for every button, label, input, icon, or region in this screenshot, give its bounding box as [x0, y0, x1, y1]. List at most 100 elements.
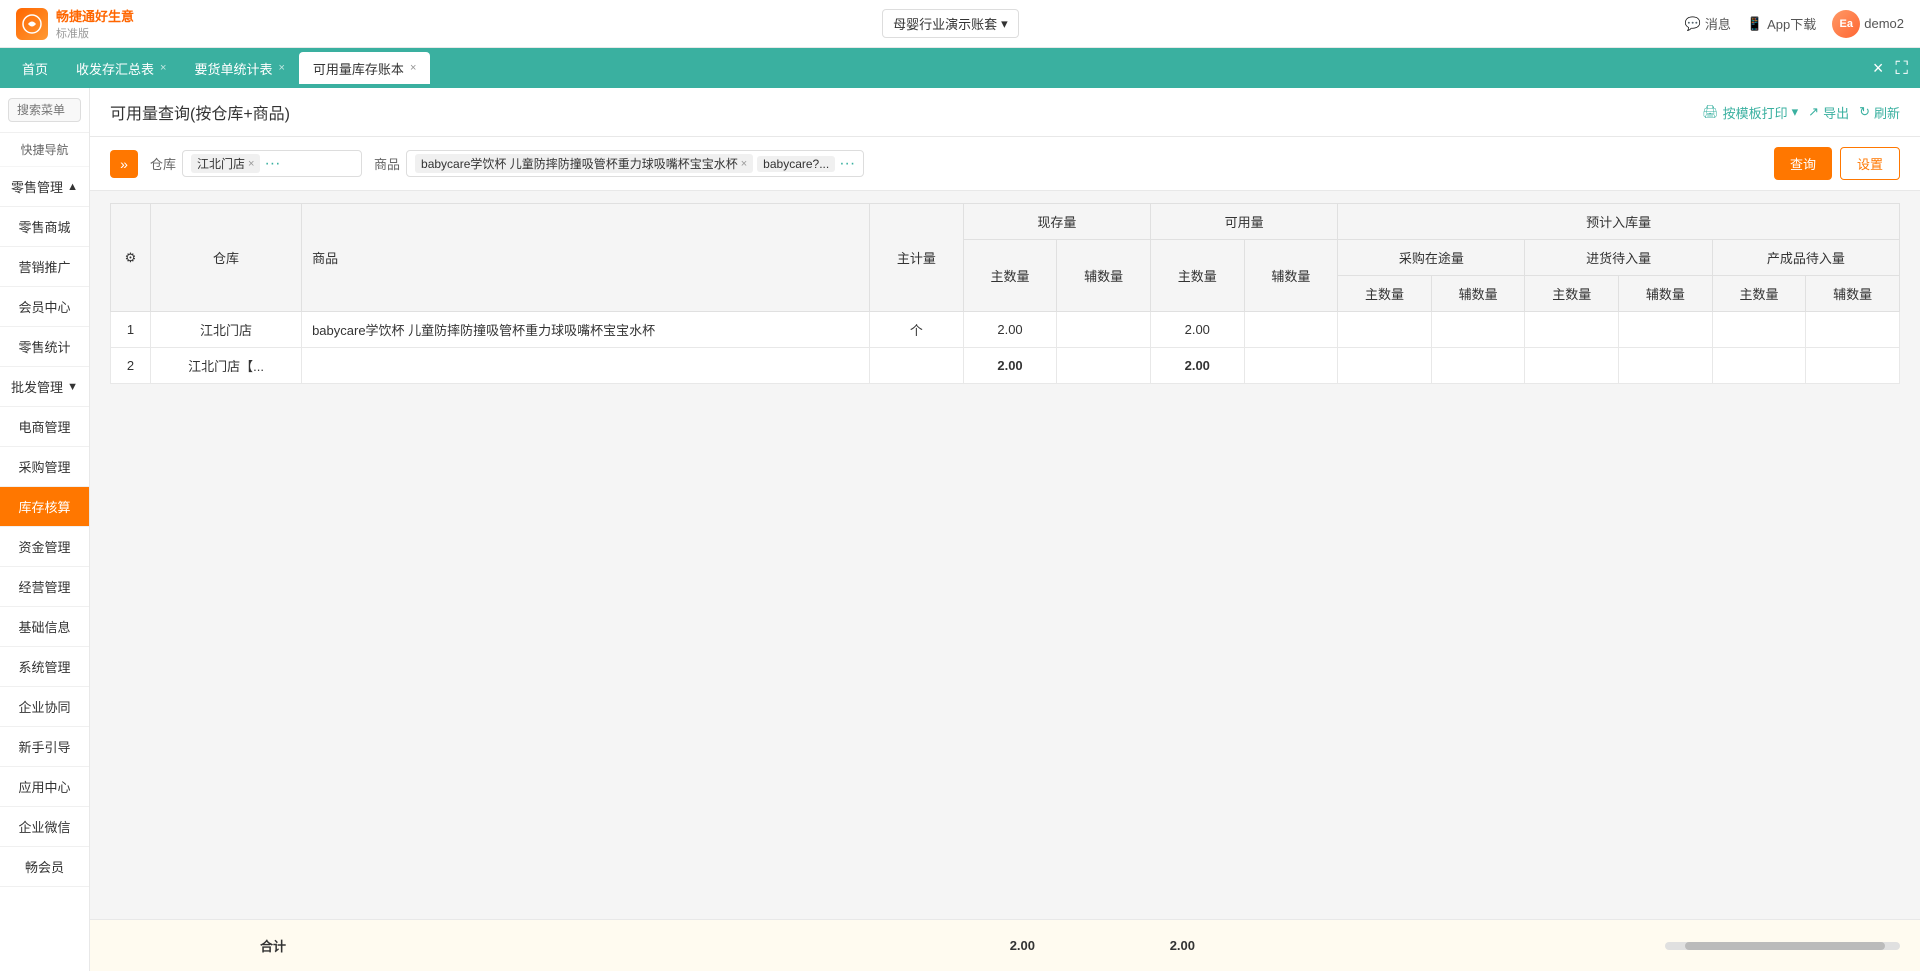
th-incoming-main: 主数量: [1525, 276, 1619, 312]
warehouse-tag-close[interactable]: ×: [248, 158, 254, 170]
th-forecast-group: 预计入库量: [1338, 204, 1900, 240]
product-tag-1-text: babycare学饮杯 儿童防摔防撞吸管杯重力球吸嘴杯宝宝水杯: [421, 155, 738, 172]
summary-label: 合计: [250, 928, 922, 963]
query-button[interactable]: 查询: [1774, 147, 1832, 180]
th-stock-group: 现存量: [963, 204, 1150, 240]
sidebar-item-finance[interactable]: 资金管理: [0, 527, 89, 567]
expand-tabs-btn[interactable]: ⛶: [1891, 58, 1912, 79]
summary-row: 合计 2.00 2.00: [110, 928, 1515, 963]
th-purchase-transit-group: 采购在途量: [1338, 240, 1525, 276]
industry-selector[interactable]: 母婴行业演示账套 ▾: [882, 9, 1019, 38]
search-input[interactable]: [8, 98, 81, 122]
sidebar-item-new-guide[interactable]: 新手引导: [0, 727, 89, 767]
sidebar-item-ecommerce-mgmt[interactable]: 电商管理: [0, 407, 89, 447]
scrollbar-thumb[interactable]: [1685, 942, 1885, 950]
cell-prod-aux-2: [1806, 348, 1900, 384]
tab-order-stats-close[interactable]: ×: [278, 62, 284, 74]
th-settings[interactable]: ⚙: [111, 204, 151, 312]
sidebar-item-inventory[interactable]: 库存核算: [0, 487, 89, 527]
sidebar-item-retail-mgmt-label: 零售管理: [11, 177, 63, 196]
page-title: 可用量查询(按仓库+商品): [110, 100, 290, 124]
th-purchase-transit-aux: 辅数量: [1431, 276, 1525, 312]
sidebar-item-member-center[interactable]: 会员中心: [0, 287, 89, 327]
sidebar-item-enterprise-collab[interactable]: 企业协同: [0, 687, 89, 727]
summary-empty-2: [150, 928, 250, 963]
cell-in-main-1: [1525, 312, 1619, 348]
filter-actions: 查询 设置: [1774, 147, 1900, 180]
tab-inventory-summary[interactable]: 收发存汇总表 ×: [62, 52, 180, 84]
summary-stock-main: 2.00: [982, 928, 1062, 963]
message-btn[interactable]: 💬 消息: [1685, 14, 1731, 33]
sidebar-item-enterprise-wechat[interactable]: 企业微信: [0, 807, 89, 847]
product-more-icon[interactable]: ···: [839, 155, 855, 173]
sidebar-item-enterprise-wechat-label: 企业微信: [18, 817, 70, 836]
sidebar: 快捷导航 零售管理 ▲ 零售商城 营销推广 会员中心 零售统计 批发管理 ▼ 电…: [0, 88, 90, 971]
product-filter-label: 商品: [374, 154, 400, 173]
sidebar-item-chang-member[interactable]: 畅会员: [0, 847, 89, 887]
sidebar-item-app-center[interactable]: 应用中心: [0, 767, 89, 807]
tab-available-stock[interactable]: 可用量库存账本 ×: [299, 52, 430, 84]
summary-empty-1: [110, 928, 150, 963]
cell-index-2: 2: [111, 348, 151, 384]
summary-rest: [1222, 928, 1514, 963]
warehouse-tag: 江北门店 ×: [191, 154, 260, 173]
sidebar-item-retail-stats[interactable]: 零售统计: [0, 327, 89, 367]
sidebar-item-chang-member-label: 畅会员: [25, 857, 64, 876]
warehouse-more-icon[interactable]: ···: [264, 155, 280, 173]
cell-avail-aux-1: [1244, 312, 1338, 348]
sidebar-item-marketing-label: 营销推广: [18, 257, 70, 276]
th-production-group: 产成品待入量: [1712, 240, 1899, 276]
filter-expand-btn[interactable]: »: [110, 150, 138, 178]
th-incoming-aux: 辅数量: [1619, 276, 1713, 312]
app-download-label: App下载: [1767, 14, 1816, 33]
chevron-up-icon: ▲: [67, 181, 78, 193]
cell-product-2: [302, 348, 870, 384]
export-label: 导出: [1823, 103, 1849, 122]
refresh-btn[interactable]: ↻ 刷新: [1859, 103, 1900, 122]
table-row: 2 江北门店【... 2.00 2.00: [111, 348, 1900, 384]
cell-stock-main-1: 2.00: [963, 312, 1057, 348]
sidebar-item-operations[interactable]: 经营管理: [0, 567, 89, 607]
sidebar-item-retail-mgmt[interactable]: 零售管理 ▲: [0, 167, 89, 207]
cell-warehouse-2: 江北门店【...: [151, 348, 302, 384]
refresh-icon: ↻: [1859, 104, 1870, 120]
sidebar-item-new-guide-label: 新手引导: [18, 737, 70, 756]
sidebar-item-wholesale-mgmt[interactable]: 批发管理 ▼: [0, 367, 89, 407]
th-purchase-transit-main: 主数量: [1338, 276, 1432, 312]
user-profile-btn[interactable]: Ea demo2: [1832, 10, 1904, 38]
app-download-btn[interactable]: 📱 App下载: [1747, 14, 1816, 33]
phone-icon: 📱: [1747, 16, 1763, 32]
close-all-tabs-btn[interactable]: ×: [1865, 58, 1892, 79]
product-tag-1-close[interactable]: ×: [741, 158, 747, 170]
main-layout: 快捷导航 零售管理 ▲ 零售商城 营销推广 会员中心 零售统计 批发管理 ▼ 电…: [0, 88, 1920, 971]
tab-available-stock-close[interactable]: ×: [410, 62, 416, 74]
sidebar-item-retail-mall[interactable]: 零售商城: [0, 207, 89, 247]
cell-product-1: babycare学饮杯 儿童防摔防撞吸管杯重力球吸嘴杯宝宝水杯: [302, 312, 870, 348]
sidebar-item-purchase-mgmt[interactable]: 采购管理: [0, 447, 89, 487]
tab-order-stats[interactable]: 要货单统计表 ×: [180, 52, 298, 84]
cell-pt-aux-1: [1431, 312, 1525, 348]
product-tag-2-text: babycare?...: [763, 157, 829, 171]
sidebar-item-enterprise-collab-label: 企业协同: [18, 697, 70, 716]
sidebar-item-ecommerce-mgmt-label: 电商管理: [18, 417, 70, 436]
tab-home[interactable]: 首页: [8, 52, 62, 84]
product-tag-1: babycare学饮杯 儿童防摔防撞吸管杯重力球吸嘴杯宝宝水杯 ×: [415, 154, 753, 173]
horizontal-scrollbar[interactable]: [1665, 942, 1900, 950]
sidebar-item-system-mgmt[interactable]: 系统管理: [0, 647, 89, 687]
top-bar: 畅捷通好生意 标准版 母婴行业演示账套 ▾ 💬 消息 📱 App下载 Ea de…: [0, 0, 1920, 48]
sidebar-item-quick-nav[interactable]: 快捷导航: [0, 133, 89, 167]
cell-pt-main-2: [1338, 348, 1432, 384]
message-icon: 💬: [1685, 16, 1701, 32]
tab-order-stats-label: 要货单统计表: [194, 59, 272, 78]
settings-button[interactable]: 设置: [1840, 147, 1900, 180]
cell-unit-2: [870, 348, 964, 384]
print-btn[interactable]: 🖨 按模板打印 ▾: [1702, 103, 1798, 122]
sidebar-item-basic-info[interactable]: 基础信息: [0, 607, 89, 647]
export-btn[interactable]: ↗ 导出: [1808, 103, 1849, 122]
cell-prod-aux-1: [1806, 312, 1900, 348]
tab-inventory-summary-close[interactable]: ×: [160, 62, 166, 74]
sidebar-item-marketing[interactable]: 营销推广: [0, 247, 89, 287]
sidebar-item-member-center-label: 会员中心: [18, 297, 70, 316]
product-filter-input[interactable]: babycare学饮杯 儿童防摔防撞吸管杯重力球吸嘴杯宝宝水杯 × babyca…: [406, 150, 864, 177]
warehouse-filter-input[interactable]: 江北门店 × ···: [182, 150, 362, 177]
